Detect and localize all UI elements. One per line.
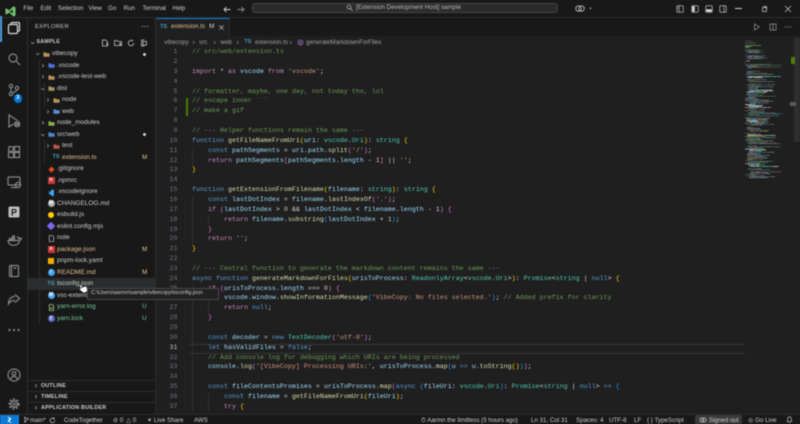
svg-text:P: P	[11, 207, 17, 217]
